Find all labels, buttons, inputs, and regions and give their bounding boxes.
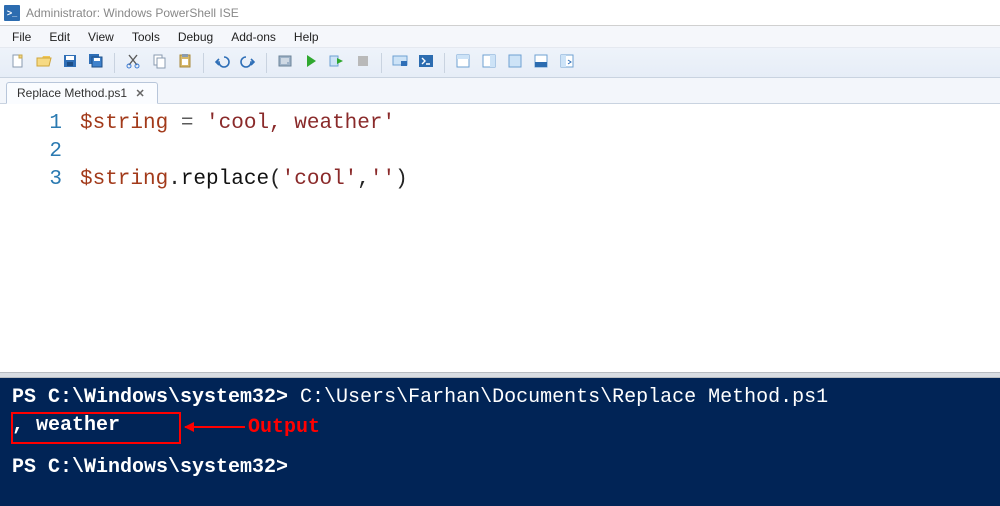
console-blank — [12, 440, 988, 454]
launch-powershell-button[interactable] — [415, 52, 437, 74]
toolbar-separator — [444, 53, 445, 73]
copy-icon — [151, 53, 167, 72]
console-command: C:\Users\Farhan\Documents\Replace Method… — [288, 386, 828, 409]
open-file-button[interactable] — [33, 52, 55, 74]
toggle-console-button[interactable] — [530, 52, 552, 74]
pane-max-button[interactable] — [504, 52, 526, 74]
save-all-button[interactable] — [85, 52, 107, 74]
menu-debug[interactable]: Debug — [170, 28, 221, 46]
menu-bar: FileEditViewToolsDebugAdd-onsHelp — [0, 26, 1000, 48]
pane-script-button[interactable] — [452, 52, 474, 74]
line-number: 3 — [0, 166, 62, 194]
stop-icon — [355, 53, 371, 72]
toolbar-separator — [114, 53, 115, 73]
open-file-icon — [36, 53, 52, 72]
run-icon — [303, 53, 319, 72]
save-icon — [62, 53, 78, 72]
cut-button[interactable] — [122, 52, 144, 74]
toolbar-separator — [381, 53, 382, 73]
token-dot: ( — [269, 168, 282, 191]
toolbar-separator — [266, 53, 267, 73]
pane-right-button[interactable] — [478, 52, 500, 74]
token-sp — [193, 112, 206, 135]
run-selection-icon — [329, 53, 345, 72]
console-output-line: , weather — [12, 412, 988, 440]
redo-button[interactable] — [237, 52, 259, 74]
menu-edit[interactable]: Edit — [41, 28, 78, 46]
pane-max-icon — [507, 53, 523, 72]
new-file-icon — [10, 53, 26, 72]
clear-console-icon — [277, 53, 293, 72]
code-area[interactable]: $string = 'cool, weather' $string.replac… — [80, 110, 1000, 372]
paste-icon — [177, 53, 193, 72]
tab-close-icon[interactable]: ✕ — [133, 86, 147, 100]
token-var: $string — [80, 112, 168, 135]
run-button[interactable] — [300, 52, 322, 74]
token-str: 'cool, weather' — [206, 112, 395, 135]
powershell-icon: >_ — [4, 5, 20, 21]
token-dot: , — [357, 168, 370, 191]
token-sp — [168, 112, 181, 135]
line-number-gutter: 123 — [0, 110, 80, 372]
undo-button[interactable] — [211, 52, 233, 74]
console-line-1: PS C:\Windows\system32> C:\Users\Farhan\… — [12, 384, 988, 412]
code-line[interactable]: $string = 'cool, weather' — [80, 110, 1000, 138]
tab-strip: Replace Method.ps1 ✕ — [0, 78, 1000, 104]
pane-right-icon — [481, 53, 497, 72]
command-addon-icon — [559, 53, 575, 72]
pane-script-icon — [455, 53, 471, 72]
menu-view[interactable]: View — [80, 28, 122, 46]
console-prompt-2: PS C:\Windows\system32> — [12, 454, 988, 482]
code-line[interactable]: $string.replace('cool','') — [80, 166, 1000, 194]
line-number: 1 — [0, 110, 62, 138]
paste-button[interactable] — [174, 52, 196, 74]
toolbar-separator — [203, 53, 204, 73]
tab-label: Replace Method.ps1 — [17, 86, 127, 100]
token-var: $string — [80, 168, 168, 191]
token-str: 'cool' — [282, 168, 358, 191]
cut-icon — [125, 53, 141, 72]
clear-console-button[interactable] — [274, 52, 296, 74]
toolbar — [0, 48, 1000, 78]
menu-help[interactable]: Help — [286, 28, 327, 46]
menu-add-ons[interactable]: Add-ons — [223, 28, 284, 46]
redo-icon — [240, 53, 256, 72]
token-method: replace — [181, 168, 269, 191]
console-prompt: PS C:\Windows\system32> — [12, 386, 288, 409]
token-dot: ) — [395, 168, 408, 191]
undo-icon — [214, 53, 230, 72]
new-file-button[interactable] — [7, 52, 29, 74]
line-number: 2 — [0, 138, 62, 166]
window-title: Administrator: Windows PowerShell ISE — [26, 6, 239, 20]
copy-button[interactable] — [148, 52, 170, 74]
menu-tools[interactable]: Tools — [124, 28, 168, 46]
console-pane[interactable]: PS C:\Windows\system32> C:\Users\Farhan\… — [0, 378, 1000, 506]
tab-active[interactable]: Replace Method.ps1 ✕ — [6, 82, 158, 104]
window-titlebar: >_ Administrator: Windows PowerShell ISE — [0, 0, 1000, 26]
remote-session-icon — [392, 53, 408, 72]
toggle-console-icon — [533, 53, 549, 72]
token-str: '' — [370, 168, 395, 191]
token-dot: . — [168, 168, 181, 191]
save-button[interactable] — [59, 52, 81, 74]
menu-file[interactable]: File — [4, 28, 39, 46]
command-addon-button[interactable] — [556, 52, 578, 74]
code-line[interactable] — [80, 138, 1000, 166]
remote-session-button[interactable] — [389, 52, 411, 74]
save-all-icon — [88, 53, 104, 72]
stop-button[interactable] — [352, 52, 374, 74]
run-selection-button[interactable] — [326, 52, 348, 74]
code-editor[interactable]: 123 $string = 'cool, weather' $string.re… — [0, 104, 1000, 372]
token-op: = — [181, 112, 194, 135]
launch-powershell-icon — [418, 53, 434, 72]
